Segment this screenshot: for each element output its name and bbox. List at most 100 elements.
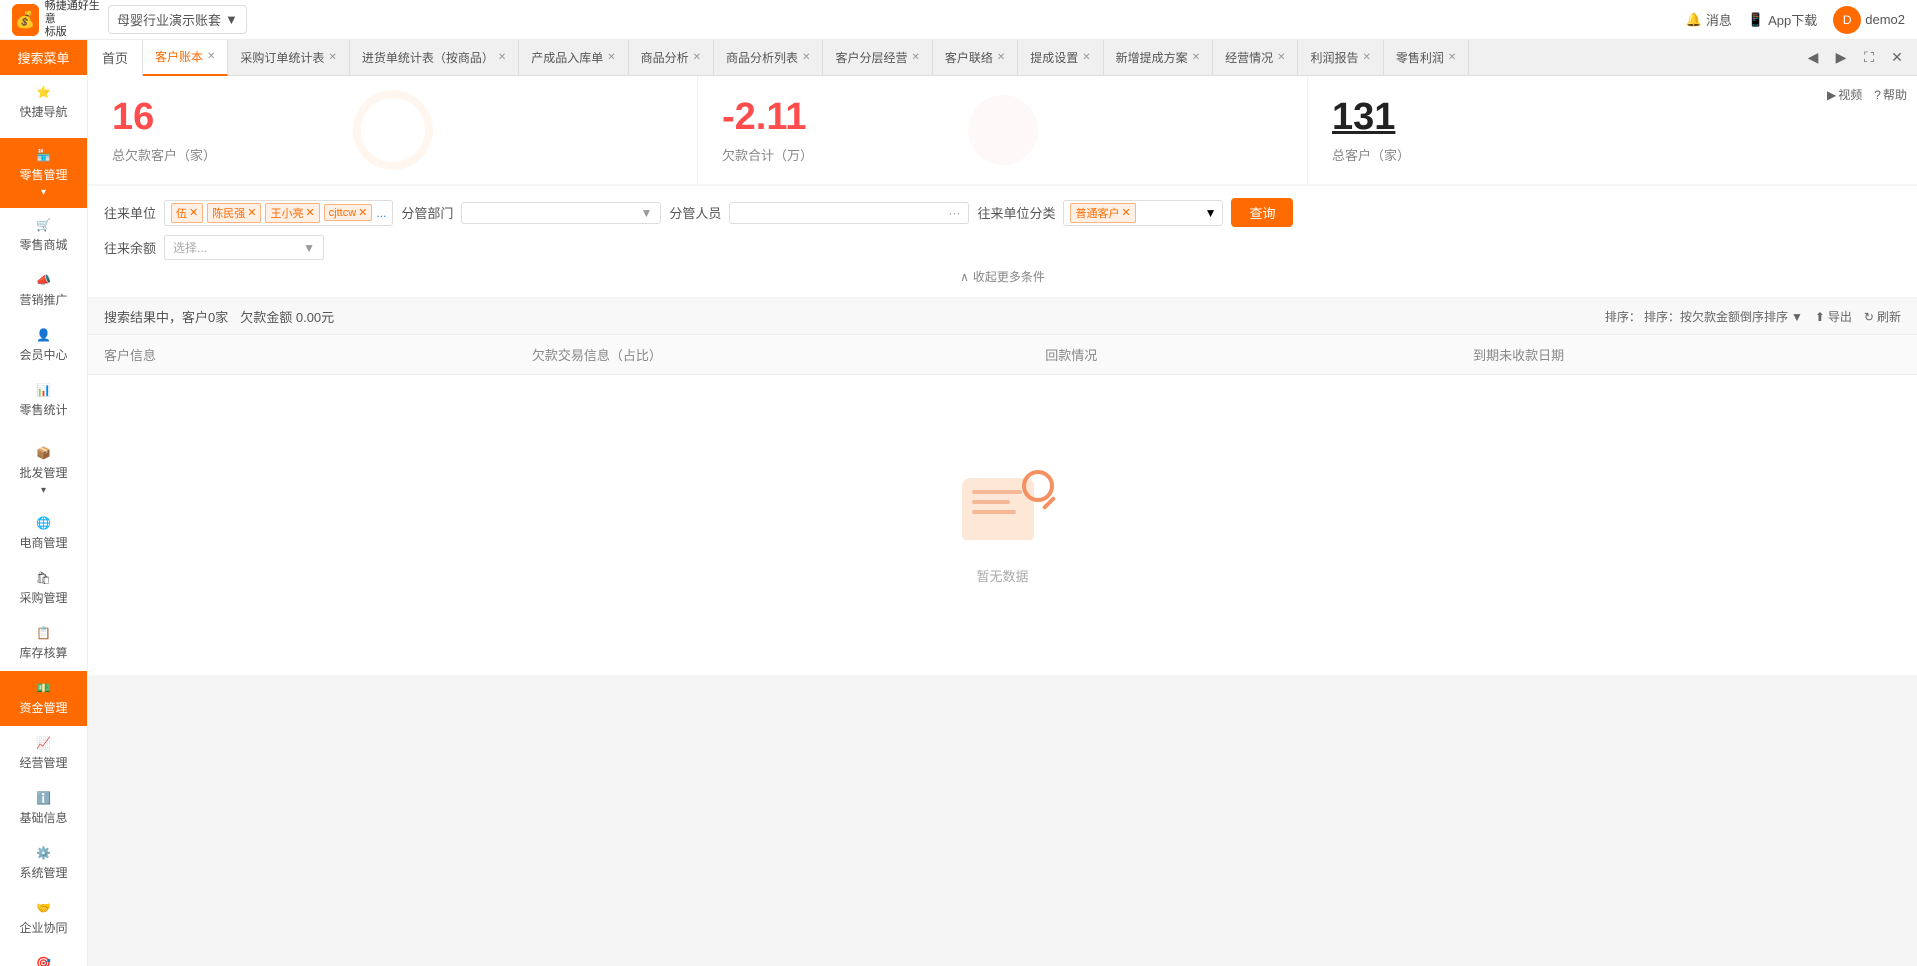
remove-class-icon[interactable]: ✕ <box>1121 206 1130 219</box>
video-help: ▶ 视频 ? 帮助 <box>1827 86 1907 103</box>
filter-area: 往来单位 伍 ✕ 陈民强 ✕ 王小亮 ✕ cjttcw ✕ <box>88 186 1917 297</box>
main-layout: 搜索菜单 ⭐ 快捷导航 🏪 零售管理 ▾ 🛒 零售商城 📣 营销推广 👤 会员中… <box>0 40 1917 966</box>
filter-person-select[interactable]: ··· <box>729 202 969 224</box>
tab-close-icon-12[interactable]: ✕ <box>1363 52 1371 63</box>
messages-link[interactable]: 🔔 消息 <box>1686 10 1732 29</box>
dept-select-arrow: ▼ <box>641 206 653 220</box>
tab-customer-tier[interactable]: 客户分层经营 ✕ <box>823 40 932 76</box>
tab-close-icon-4[interactable]: ✕ <box>607 52 615 63</box>
member-icon: 👤 <box>36 328 51 342</box>
sidebar-item-finance[interactable]: 💵 资金管理 <box>0 671 87 726</box>
tab-close-icon-3[interactable]: ✕ <box>498 52 506 63</box>
col-customer-info: 客户信息 <box>104 345 532 364</box>
tab-close-icon-8[interactable]: ✕ <box>997 52 1005 63</box>
tab-close-icon-6[interactable]: ✕ <box>802 52 810 63</box>
shop-icon: 🏪 <box>36 148 51 162</box>
tab-close-icon-11[interactable]: ✕ <box>1277 52 1285 63</box>
scroll-line-3 <box>972 510 1016 514</box>
empty-text: 暂无数据 <box>976 566 1028 585</box>
top-bar: 💰 畅捷通好生意 标版 母婴行业演示账套 ▼ 🔔 消息 📱 App下载 D de… <box>0 0 1917 40</box>
stat-label-customers: 总欠款客户（家） <box>112 145 216 164</box>
help-link[interactable]: ? 帮助 <box>1874 86 1907 103</box>
sidebar-item-retail-mgmt[interactable]: 🏪 零售管理 ▾ <box>0 138 87 208</box>
system-selector[interactable]: 母婴行业演示账套 ▼ <box>108 5 247 34</box>
tab-operations[interactable]: 经营情况 ✕ <box>1213 40 1298 76</box>
sidebar-item-guide[interactable]: 🎯 新手引导 <box>0 946 87 966</box>
sidebar-item-retail-mall[interactable]: 🛒 零售商城 <box>0 208 87 263</box>
sidebar-item-operations[interactable]: 📈 经营管理 <box>0 726 87 781</box>
query-button[interactable]: 查询 <box>1231 198 1293 227</box>
app-download-link[interactable]: 📱 App下载 <box>1748 10 1817 29</box>
filter-row-2: 往来余额 选择... ▼ <box>104 235 1901 260</box>
remove-icon-4[interactable]: ✕ <box>358 206 367 219</box>
result-bar-left: 搜索结果中，客户0家 欠款金额 0.00元 <box>104 307 334 326</box>
filter-more-btn[interactable]: ... <box>376 206 386 220</box>
remove-icon[interactable]: ✕ <box>189 206 198 219</box>
sidebar-item-marketing[interactable]: 📣 营销推广 <box>0 263 87 318</box>
tab-retail-profit[interactable]: 零售利润 ✕ <box>1384 40 1469 76</box>
tab-commission-settings[interactable]: 提成设置 ✕ <box>1018 40 1103 76</box>
export-icon: ⬆ <box>1815 310 1825 324</box>
tab-purchase-order[interactable]: 采购订单统计表 ✕ <box>228 40 349 76</box>
sidebar-item-system[interactable]: ⚙️ 系统管理 <box>0 836 87 891</box>
collapse-btn[interactable]: ∧ 收起更多条件 <box>960 268 1045 285</box>
remove-icon-2[interactable]: ✕ <box>247 206 256 219</box>
sidebar-item-member[interactable]: 👤 会员中心 <box>0 318 87 373</box>
user-area[interactable]: D demo2 <box>1833 6 1905 34</box>
tab-close-icon-2[interactable]: ✕ <box>328 52 336 63</box>
tab-customer-ledger[interactable]: 客户账本 ✕ <box>143 40 228 76</box>
download-icon: 📱 <box>1748 12 1764 28</box>
tab-goods-analysis-list[interactable]: 商品分析列表 ✕ <box>714 40 823 76</box>
tab-close-icon-10[interactable]: ✕ <box>1192 52 1200 63</box>
tab-close-icon-9[interactable]: ✕ <box>1082 52 1090 63</box>
filter-dept-select[interactable]: ▼ <box>461 202 661 224</box>
stat-card-customers: 16 总欠款客户（家） <box>88 76 698 184</box>
sidebar-item-inventory[interactable]: 📋 库存核算 <box>0 616 87 671</box>
refresh-btn[interactable]: ↻ 刷新 <box>1864 308 1901 325</box>
sort-select[interactable]: 排序： 排序：按欠款金额倒序排序 ▼ <box>1605 308 1803 325</box>
tab-product-in[interactable]: 产成品入库单 ✕ <box>519 40 628 76</box>
stat-bg-circle-2 <box>968 95 1038 165</box>
sidebar-item-purchase[interactable]: 🛍 采购管理 <box>0 561 87 616</box>
ops-icon: 📈 <box>36 736 51 750</box>
sidebar-item-wholesale[interactable]: 📦 批发管理 ▾ <box>0 436 87 506</box>
sidebar-item-base-info[interactable]: ℹ️ 基础信息 <box>0 781 87 836</box>
sidebar-item-ecommerce[interactable]: 🌐 电商管理 <box>0 506 87 561</box>
sidebar-item-enterprise[interactable]: 🤝 企业协同 <box>0 891 87 946</box>
tab-scroll-right[interactable]: ▶ <box>1829 46 1853 70</box>
tab-add-commission[interactable]: 新增提成方案 ✕ <box>1104 40 1213 76</box>
chevron-up-icon: ∧ <box>960 270 969 284</box>
filter-balance-select[interactable]: 选择... ▼ <box>164 235 324 260</box>
tab-close-icon-7[interactable]: ✕ <box>911 52 919 63</box>
tab-fullscreen[interactable]: ⛶ <box>1857 46 1881 70</box>
tab-customer-contact[interactable]: 客户联络 ✕ <box>933 40 1018 76</box>
tab-close-icon[interactable]: ✕ <box>207 51 215 62</box>
tab-purchase-stats[interactable]: 进货单统计表（按商品） ✕ <box>350 40 519 76</box>
tab-close-icon-13[interactable]: ✕ <box>1448 52 1456 63</box>
sidebar-search[interactable]: 搜索菜单 <box>0 40 87 75</box>
remove-icon-3[interactable]: ✕ <box>305 206 314 219</box>
filter-class-input[interactable]: 普通客户 ✕ ▼ <box>1063 200 1223 226</box>
tab-close-all[interactable]: ✕ <box>1885 46 1909 70</box>
settings-icon: ⚙️ <box>36 846 51 860</box>
filter-unit-input[interactable]: 伍 ✕ 陈民强 ✕ 王小亮 ✕ cjttcw ✕ ... <box>164 200 393 226</box>
sort-arrow: ▼ <box>1791 310 1803 324</box>
sidebar-item-quick-nav[interactable]: ⭐ 快捷导航 <box>0 75 87 130</box>
bell-icon: 🔔 <box>1686 12 1702 28</box>
table-body: 暂无数据 <box>88 375 1917 675</box>
video-link[interactable]: ▶ 视频 <box>1827 86 1862 103</box>
sidebar: 搜索菜单 ⭐ 快捷导航 🏪 零售管理 ▾ 🛒 零售商城 📣 营销推广 👤 会员中… <box>0 40 88 966</box>
tab-home[interactable]: 首页 <box>88 40 143 76</box>
wholesale-icon: 📦 <box>36 446 51 460</box>
sidebar-item-retail-stats[interactable]: 📊 零售统计 <box>0 373 87 428</box>
tab-goods-analysis[interactable]: 商品分析 ✕ <box>629 40 714 76</box>
tab-close-icon-5[interactable]: ✕ <box>693 52 701 63</box>
play-icon: ▶ <box>1827 88 1836 102</box>
export-btn[interactable]: ⬆ 导出 <box>1815 308 1852 325</box>
tab-profit-report[interactable]: 利润报告 ✕ <box>1298 40 1383 76</box>
stat-label-debt: 欠款合计（万） <box>722 145 813 164</box>
unit-tag-wu: 伍 ✕ <box>171 203 203 223</box>
table-header: 客户信息 欠款交易信息（占比） 回款情况 到期未收款日期 <box>88 335 1917 375</box>
tab-scroll-left[interactable]: ◀ <box>1801 46 1825 70</box>
purchase-icon: 🛍 <box>36 571 51 585</box>
